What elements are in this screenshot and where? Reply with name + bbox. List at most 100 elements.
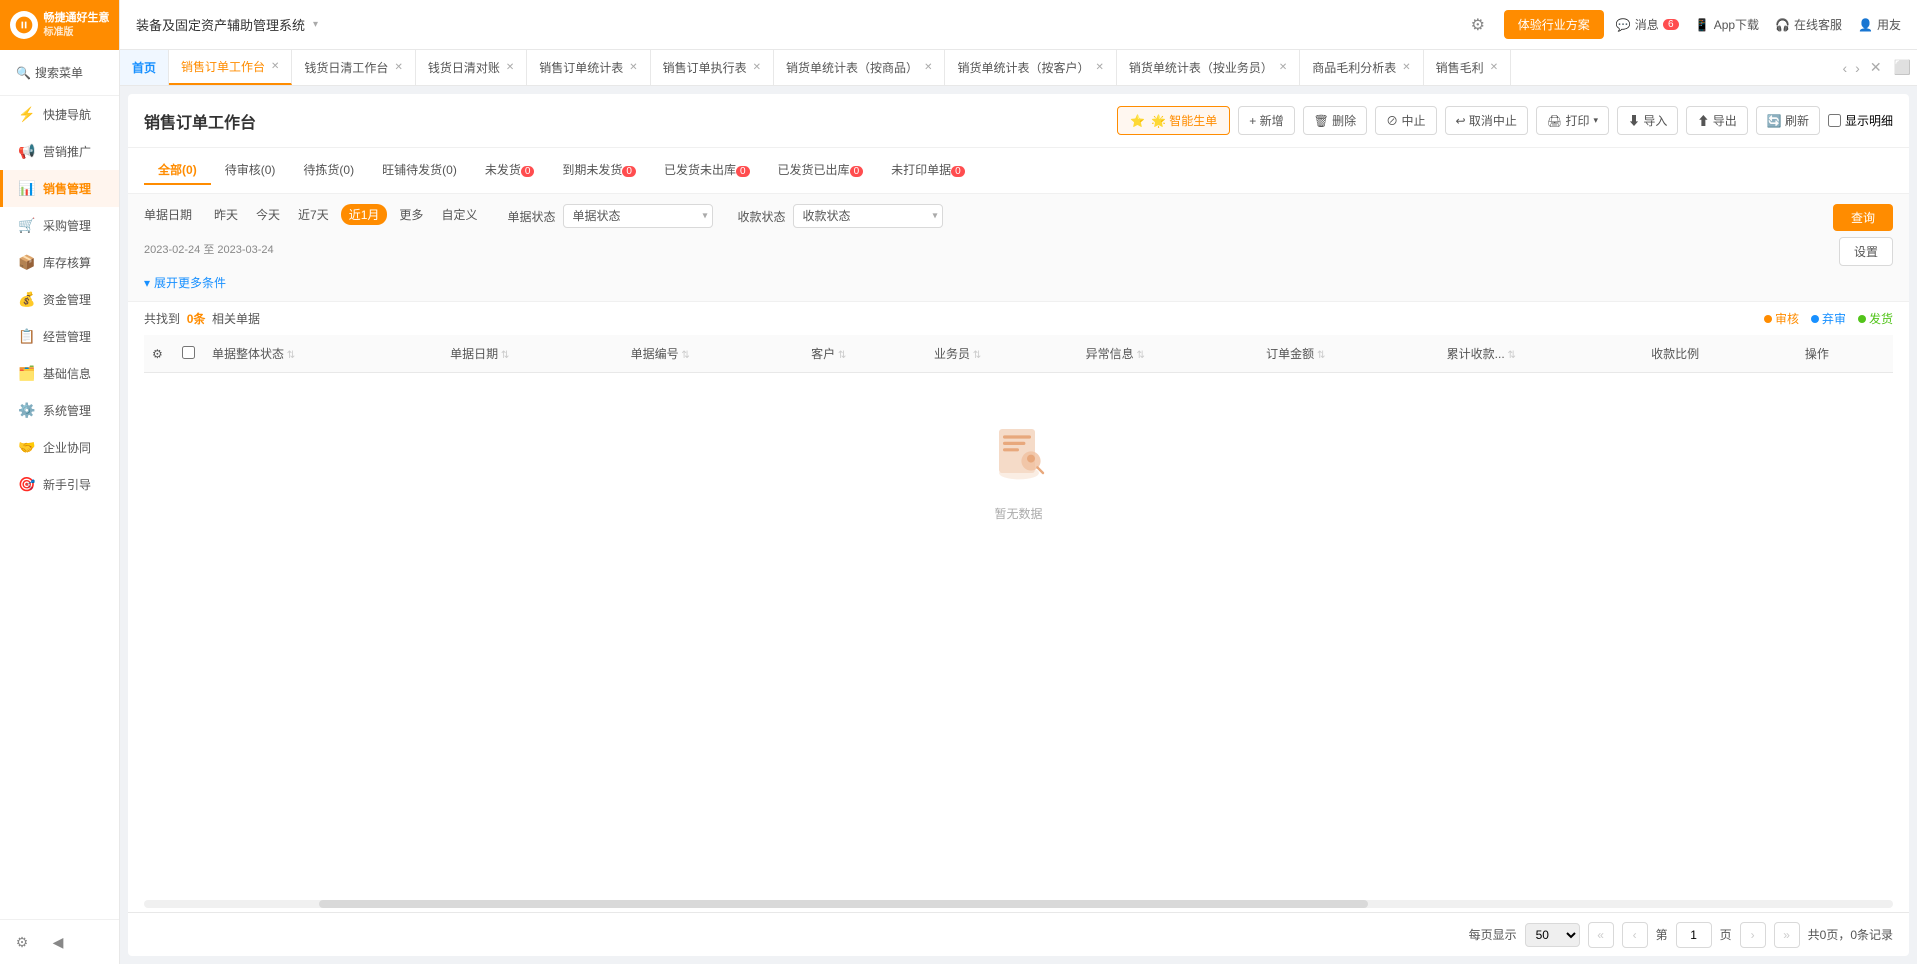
th-staff[interactable]: 业务员	[926, 335, 1078, 373]
date-btn-7days[interactable]: 近7天	[292, 204, 335, 225]
tab-close-sales-stat-staff[interactable]: ✕	[1279, 62, 1287, 73]
tab-close-all[interactable]: ✕	[1864, 59, 1888, 76]
topbar-dropdown-arrow[interactable]: ▾	[313, 19, 318, 30]
expand-filter-btn[interactable]: ▾ 展开更多条件	[144, 274, 1893, 291]
cancel-stop-btn[interactable]: ↩ 取消中止	[1445, 106, 1528, 135]
th-checkbox[interactable]	[174, 335, 204, 373]
messages-btn[interactable]: 💬 消息 6	[1616, 16, 1679, 33]
quick-action-review[interactable]: 审核	[1764, 310, 1799, 327]
filter-tab-expired[interactable]: 到期未发货0	[548, 156, 650, 185]
scrollbar-thumb[interactable]	[319, 900, 1368, 908]
topbar-settings-btn[interactable]: ⚙	[1464, 11, 1492, 39]
show-detail-checkbox[interactable]	[1828, 114, 1841, 127]
tab-close-sales-exec[interactable]: ✕	[753, 62, 761, 73]
date-btn-today[interactable]: 今天	[250, 204, 286, 225]
tab-sales-stat[interactable]: 销售订单统计表 ✕	[527, 50, 650, 85]
tab-close-sales-stat-product[interactable]: ✕	[924, 62, 932, 73]
tab-sales-order[interactable]: 销售订单工作台 ✕	[169, 50, 292, 85]
sidebar-item-inventory[interactable]: 📦 库存核算	[0, 244, 119, 281]
date-btn-yesterday[interactable]: 昨天	[208, 204, 244, 225]
sidebar-collapse-btn[interactable]: ◀	[44, 928, 72, 956]
quick-action-ship[interactable]: 发货	[1858, 310, 1893, 327]
th-status[interactable]: 单据整体状态	[204, 335, 442, 373]
sidebar-item-purchase[interactable]: 🛒 采购管理	[0, 207, 119, 244]
sidebar-item-operations[interactable]: 📋 经营管理	[0, 318, 119, 355]
tab-close-sales-stat-customer[interactable]: ✕	[1095, 62, 1103, 73]
sidebar-item-guide[interactable]: 🎯 新手引导	[0, 466, 119, 503]
sidebar-item-quick-nav[interactable]: ⚡ 快捷导航	[0, 96, 119, 133]
horizontal-scrollbar[interactable]	[144, 900, 1893, 908]
th-settings[interactable]: ⚙	[144, 335, 174, 373]
tab-close-cash-reconcile[interactable]: ✕	[506, 62, 514, 73]
filter-tab-shipped-not-stocked[interactable]: 已发货未出库0	[650, 156, 764, 185]
sidebar-item-marketing[interactable]: 📢 营销推广	[0, 133, 119, 170]
next-page-btn[interactable]: ›	[1740, 922, 1766, 948]
tab-nav-prev[interactable]: ‹	[1838, 60, 1851, 76]
solution-btn[interactable]: 体验行业方案	[1504, 10, 1604, 39]
query-btn[interactable]: 查询	[1833, 204, 1893, 231]
sidebar-item-basic[interactable]: 🗂️ 基础信息	[0, 355, 119, 392]
quick-action-cancel-review[interactable]: 弃审	[1811, 310, 1846, 327]
tab-close-cash-daily[interactable]: ✕	[394, 62, 402, 73]
tab-close-sales-gross[interactable]: ✕	[1490, 62, 1498, 73]
print-dropdown-icon[interactable]: ▾	[1593, 115, 1598, 126]
user-menu-btn[interactable]: 👤 用友	[1858, 16, 1901, 33]
filter-tab-all[interactable]: 全部(0)	[144, 156, 211, 185]
last-page-btn[interactable]: »	[1774, 922, 1800, 948]
th-exception[interactable]: 异常信息	[1078, 335, 1259, 373]
tab-sales-exec[interactable]: 销售订单执行表 ✕	[651, 50, 774, 85]
date-btn-custom[interactable]: 自定义	[435, 204, 483, 225]
first-page-btn[interactable]: «	[1588, 922, 1614, 948]
refresh-btn[interactable]: 🔄 刷新	[1756, 106, 1820, 135]
prev-page-btn[interactable]: ‹	[1622, 922, 1648, 948]
sidebar-item-sales[interactable]: 📊 销售管理	[0, 170, 119, 207]
tab-sales-gross[interactable]: 销售毛利 ✕	[1424, 50, 1511, 85]
import-btn[interactable]: ⬇ 导入	[1617, 106, 1678, 135]
new-btn[interactable]: + 新增	[1238, 106, 1294, 135]
status-select[interactable]: 单据状态	[563, 204, 713, 228]
tab-close-sales-stat[interactable]: ✕	[629, 62, 637, 73]
filter-tab-not-shipped[interactable]: 未发货0	[471, 156, 549, 185]
sidebar-settings-btn[interactable]: ⚙	[8, 928, 36, 956]
th-number[interactable]: 单据编号	[623, 335, 804, 373]
filter-tab-pending-review[interactable]: 待审核(0)	[211, 156, 290, 185]
date-btn-1month[interactable]: 近1月	[341, 204, 388, 225]
delete-btn[interactable]: 🗑 删除	[1303, 106, 1368, 135]
th-received[interactable]: 累计收款...	[1439, 335, 1644, 373]
show-detail-label[interactable]: 显示明细	[1828, 112, 1893, 129]
tab-nav-next[interactable]: ›	[1851, 60, 1864, 76]
tab-cash-daily[interactable]: 钱货日清工作台 ✕	[292, 50, 415, 85]
search-menu-btn[interactable]: 🔍 搜索菜单	[8, 58, 111, 87]
th-customer[interactable]: 客户	[803, 335, 926, 373]
tab-product-margin[interactable]: 商品毛利分析表 ✕	[1300, 50, 1423, 85]
online-service-btn[interactable]: 🎧 在线客服	[1775, 16, 1842, 33]
export-btn[interactable]: ⬆ 导出	[1686, 106, 1747, 135]
page-number-input[interactable]	[1676, 922, 1712, 948]
payment-select[interactable]: 收款状态	[793, 204, 943, 228]
filter-tab-not-printed[interactable]: 未打印单据0	[877, 156, 979, 185]
print-btn[interactable]: 🖨 打印 ▾	[1536, 106, 1609, 135]
filter-tab-shipped-stocked[interactable]: 已发货已出库0	[764, 156, 878, 185]
tab-sales-stat-product[interactable]: 销货单统计表（按商品） ✕	[774, 50, 945, 85]
tab-sales-stat-staff[interactable]: 销货单统计表（按业务员） ✕	[1117, 50, 1300, 85]
tab-maximize[interactable]: ⬜	[1888, 59, 1917, 76]
tab-close-product-margin[interactable]: ✕	[1402, 62, 1410, 73]
tab-cash-reconcile[interactable]: 钱货日清对账 ✕	[416, 50, 527, 85]
sidebar-item-finance[interactable]: 💰 资金管理	[0, 281, 119, 318]
smart-create-btn[interactable]: ⭐ 🌟 智能生单	[1117, 106, 1230, 135]
page-size-select[interactable]: 50 10 20 100	[1525, 923, 1580, 947]
select-all-checkbox[interactable]	[182, 346, 195, 359]
set-btn[interactable]: 设置	[1839, 237, 1893, 266]
th-date[interactable]: 单据日期	[442, 335, 623, 373]
stop-btn[interactable]: ⊘ 中止	[1375, 106, 1436, 135]
date-btn-more[interactable]: 更多	[393, 204, 429, 225]
tab-sales-stat-customer[interactable]: 销货单统计表（按客户） ✕	[945, 50, 1116, 85]
tab-home[interactable]: 首页	[120, 50, 169, 85]
th-amount[interactable]: 订单金额	[1258, 335, 1439, 373]
sidebar-item-enterprise[interactable]: 🤝 企业协同	[0, 429, 119, 466]
tab-close-sales-order[interactable]: ✕	[271, 61, 279, 72]
filter-tab-wangpu[interactable]: 旺铺待发货(0)	[368, 156, 471, 185]
app-download-btn[interactable]: 📱 App下载	[1695, 16, 1759, 33]
sidebar-item-system[interactable]: ⚙️ 系统管理	[0, 392, 119, 429]
filter-tab-pending-pickup[interactable]: 待拣货(0)	[289, 156, 368, 185]
